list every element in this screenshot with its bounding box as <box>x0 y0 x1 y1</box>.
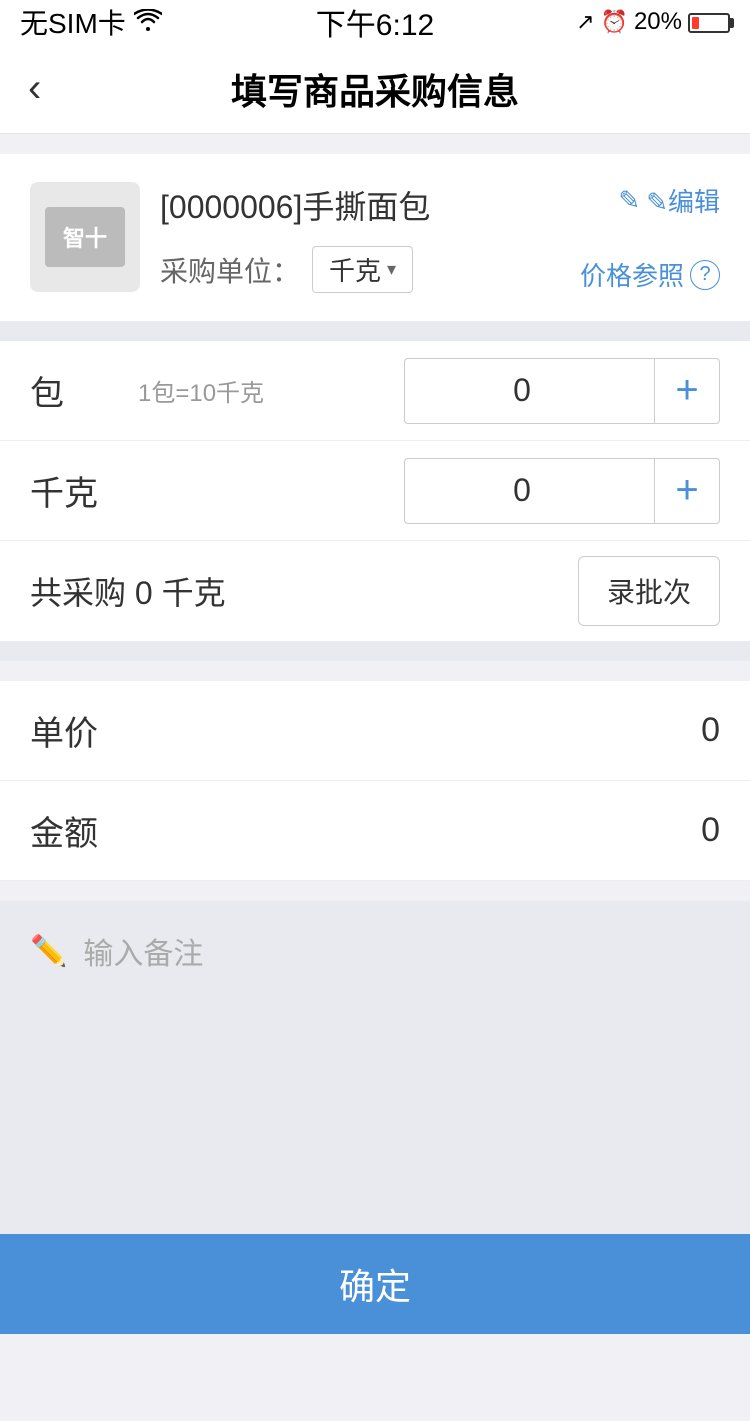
bottom-spacer <box>0 1321 750 1421</box>
product-thumb-logo: 智十 <box>45 207 125 267</box>
unit-price-row: 单价 0 <box>0 681 750 781</box>
help-text: ? <box>699 263 710 286</box>
bao-sub-label: 1包=10千克 <box>138 373 264 408</box>
kg-field-wrapper: + <box>130 458 720 524</box>
dropdown-arrow-icon: ▾ <box>387 259 396 280</box>
nav-bar: ‹ 填写商品采购信息 <box>0 44 750 134</box>
kg-plus-button[interactable]: + <box>654 458 720 524</box>
summary-row: 共采购 0 千克 录批次 <box>0 541 750 641</box>
note-section[interactable]: ✏️ 输入备注 <box>0 901 750 1001</box>
unit-price-label: 单价 <box>30 706 98 755</box>
edit-button[interactable]: ✎ ✎编辑 <box>618 182 720 219</box>
location-icon: ↗ <box>576 9 594 35</box>
summary-text: 共采购 0 千克 <box>30 568 226 614</box>
confirm-label: 确定 <box>339 1258 411 1310</box>
product-thumbnail: 智十 <box>30 182 140 292</box>
unit-price-value: 0 <box>701 711 720 750</box>
kg-label: 千克 <box>30 466 130 515</box>
section-divider-2 <box>0 641 750 661</box>
status-carrier: 无SIM卡 <box>20 2 162 42</box>
thumb-text: 智十 <box>63 221 107 253</box>
pencil-icon: ✏️ <box>30 934 67 969</box>
price-ref-label: 价格参照 <box>580 256 684 293</box>
bao-label: 包 <box>30 366 130 415</box>
edit-icon: ✎ <box>618 185 640 216</box>
battery-pct: 20% <box>634 8 682 36</box>
amount-row: 金额 0 <box>0 781 750 881</box>
note-placeholder-text: 输入备注 <box>83 929 203 973</box>
amount-label: 金额 <box>30 806 98 855</box>
bao-plus-button[interactable]: + <box>654 358 720 424</box>
wifi-icon <box>134 6 162 38</box>
status-right: ↗ ⏰ 20% <box>576 8 730 36</box>
product-card: 智十 [0000006]手撕面包 采购单位： 千克 ▾ ✎ ✎编辑 价格参照 ? <box>0 154 750 321</box>
price-section: 单价 0 金额 0 <box>0 681 750 881</box>
section-divider-1 <box>0 321 750 341</box>
input-section: 包 1包=10千克 + 千克 + 共采购 0 千克 录批次 <box>0 341 750 641</box>
page-title: 填写商品采购信息 <box>231 63 519 115</box>
bao-quantity-input[interactable] <box>404 358 654 424</box>
price-ref-help-icon[interactable]: ? <box>690 260 720 290</box>
carrier-text: 无SIM卡 <box>20 2 126 42</box>
unit-label: 采购单位： <box>160 250 300 290</box>
unit-dropdown[interactable]: 千克 ▾ <box>312 246 413 293</box>
price-ref-button[interactable]: 价格参照 ? <box>580 256 720 293</box>
confirm-button[interactable]: 确定 <box>0 1234 750 1334</box>
kg-input-row: 千克 + <box>0 441 750 541</box>
status-bar: 无SIM卡 下午6:12 ↗ ⏰ 20% <box>0 0 750 44</box>
bao-input-row: 包 1包=10千克 + <box>0 341 750 441</box>
edit-label: ✎编辑 <box>646 182 720 219</box>
bao-field-wrapper: + <box>264 358 720 424</box>
alarm-icon: ⏰ <box>601 9 628 35</box>
kg-quantity-input[interactable] <box>404 458 654 524</box>
unit-value: 千克 <box>329 251 381 288</box>
status-time: 下午6:12 <box>316 0 434 44</box>
back-button[interactable]: ‹ <box>28 66 41 111</box>
battery-icon <box>688 8 730 36</box>
amount-value: 0 <box>701 811 720 850</box>
record-batch-button[interactable]: 录批次 <box>578 556 720 626</box>
